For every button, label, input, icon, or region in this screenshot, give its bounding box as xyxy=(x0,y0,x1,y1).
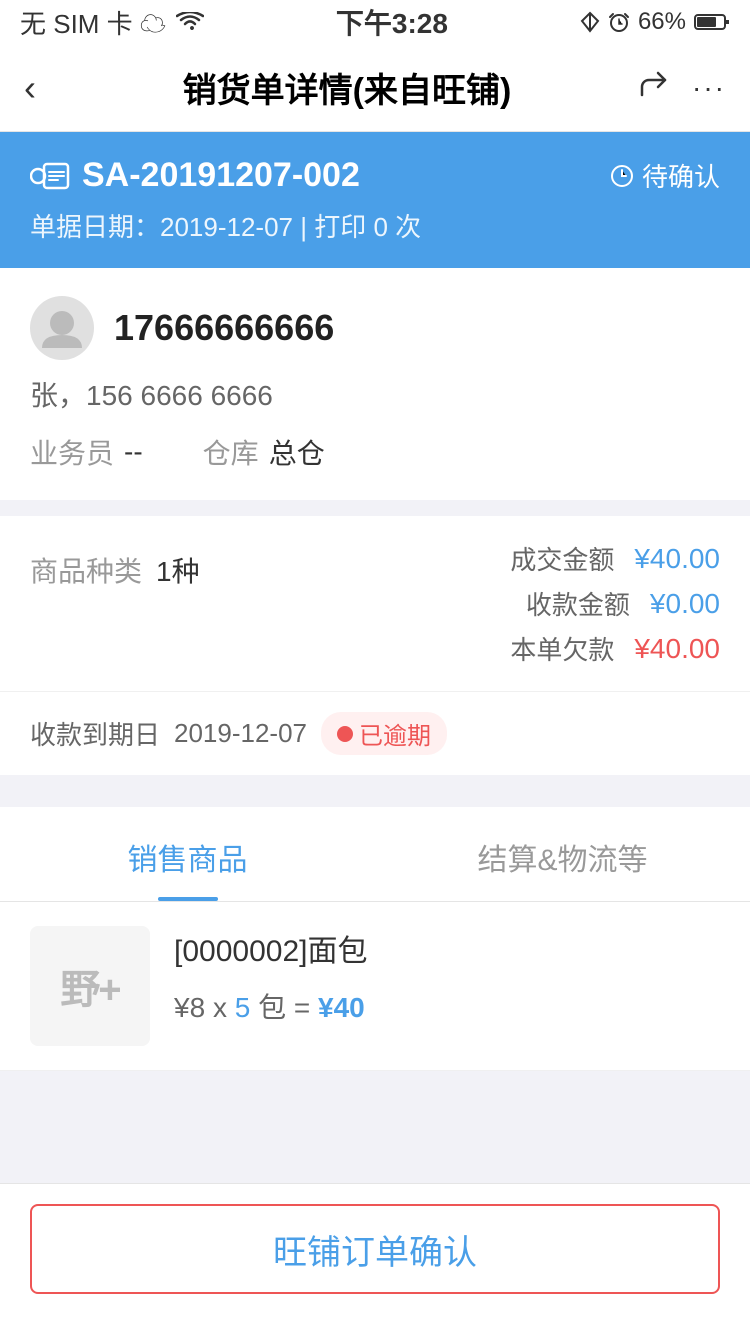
no-sim-text: 无 SIM 卡 ☁ xyxy=(20,4,166,41)
confirm-button[interactable]: 旺铺订单确认 xyxy=(30,1204,720,1294)
tabs-container: 销售商品 结算&物流等 xyxy=(0,807,750,902)
due-date-label: 收款到期日 xyxy=(30,715,160,752)
nav-bar: ‹ 销货单详情(来自旺铺) ··· xyxy=(0,44,750,132)
table-row: 野+ [0000002]面包 ¥8 x 5 包 = ¥40 xyxy=(0,902,750,1071)
bottom-bar: 旺铺订单确认 xyxy=(0,1183,750,1334)
warehouse-label: 仓库 xyxy=(203,432,259,472)
status-bar: 无 SIM 卡 ☁ 下午3:28 66% xyxy=(0,0,750,44)
tab-goods[interactable]: 销售商品 xyxy=(0,807,375,901)
received-value: ¥0.00 xyxy=(650,588,720,620)
customer-card: 17666666666 张，156 6666 6666 业务员 -- 仓库 总仓 xyxy=(0,268,750,500)
alarm-icon xyxy=(608,11,630,33)
debt-value: ¥40.00 xyxy=(634,633,720,665)
customer-name: 张，156 6666 6666 xyxy=(30,374,720,414)
equals-sign: = xyxy=(294,992,318,1023)
product-calc: ¥8 x 5 包 = ¥40 xyxy=(174,986,720,1026)
order-icon xyxy=(30,160,70,192)
summary-card: 商品种类 1种 成交金额 ¥40.00 收款金额 ¥0.00 本单欠款 ¥40.… xyxy=(0,516,750,691)
share-icon[interactable] xyxy=(638,69,668,107)
product-unit: 包 xyxy=(258,992,286,1023)
product-price: ¥8 xyxy=(174,992,205,1023)
avatar xyxy=(30,296,94,360)
divider-1 xyxy=(0,500,750,516)
status-time: 下午3:28 xyxy=(336,2,448,42)
product-total: ¥40 xyxy=(318,992,365,1023)
due-date-value: 2019-12-07 xyxy=(174,718,307,749)
order-number: SA-20191207-002 xyxy=(30,156,360,195)
product-thumb-text: 野+ xyxy=(60,957,119,1015)
goods-type-label: 商品种类 xyxy=(30,550,142,590)
more-icon[interactable]: ··· xyxy=(692,72,726,104)
product-thumbnail: 野+ xyxy=(30,926,150,1046)
product-name: [0000002]面包 xyxy=(174,926,720,970)
product-info: [0000002]面包 ¥8 x 5 包 = ¥40 xyxy=(174,926,720,1046)
product-qty: 5 xyxy=(235,992,251,1023)
customer-phone: 17666666666 xyxy=(114,307,334,349)
overdue-text: 已逾期 xyxy=(359,716,431,751)
amount-label: 成交金额 xyxy=(510,540,614,577)
summary-amounts: 成交金额 ¥40.00 收款金额 ¥0.00 本单欠款 ¥40.00 xyxy=(510,540,720,667)
overdue-badge: 已逾期 xyxy=(321,712,447,755)
location-icon xyxy=(580,11,600,33)
nav-actions: ··· xyxy=(638,69,726,107)
battery-icon xyxy=(694,12,730,32)
goods-type-value: 1种 xyxy=(156,550,200,590)
product-list: 野+ [0000002]面包 ¥8 x 5 包 = ¥40 xyxy=(0,902,750,1071)
debt-label: 本单欠款 xyxy=(510,630,614,667)
tab-settlement[interactable]: 结算&物流等 xyxy=(375,807,750,901)
battery-text: 66% xyxy=(638,8,686,36)
due-date-bar: 收款到期日 2019-12-07 已逾期 xyxy=(0,691,750,775)
divider-2 xyxy=(0,775,750,791)
status-bar-left: 无 SIM 卡 ☁ xyxy=(20,4,204,41)
multiply-sign: x xyxy=(213,992,235,1023)
clock-icon xyxy=(610,164,634,188)
page-title: 销货单详情(来自旺铺) xyxy=(56,63,638,112)
amount-value: ¥40.00 xyxy=(634,543,720,575)
order-status: 待确认 xyxy=(610,157,720,194)
goods-type: 商品种类 1种 xyxy=(30,540,510,590)
back-button[interactable]: ‹ xyxy=(24,67,56,109)
wifi-icon xyxy=(176,12,204,32)
order-date-line: 单据日期：2019-12-07 | 打印 0 次 xyxy=(30,207,720,244)
received-label: 收款金额 xyxy=(526,585,630,622)
customer-meta: 业务员 -- 仓库 总仓 xyxy=(30,432,720,472)
sales-value: -- xyxy=(124,436,143,468)
warehouse-value: 总仓 xyxy=(269,432,325,472)
status-bar-right: 66% xyxy=(580,8,730,36)
overdue-dot-icon xyxy=(337,726,353,742)
order-header-card: SA-20191207-002 待确认 单据日期：2019-12-07 | 打印… xyxy=(0,132,750,268)
sales-label: 业务员 xyxy=(30,432,114,472)
